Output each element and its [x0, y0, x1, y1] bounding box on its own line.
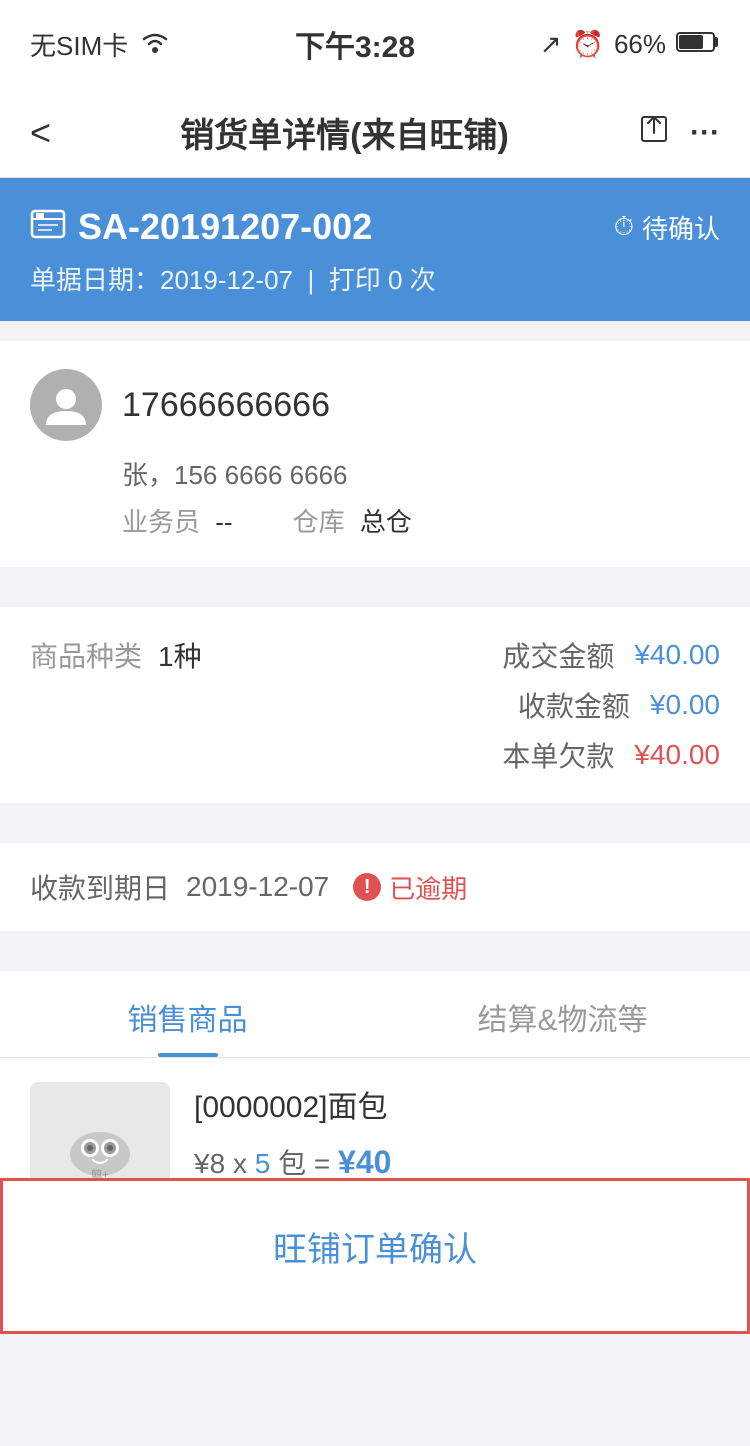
pay-amount-label: 收款金额: [518, 685, 630, 725]
product-price: ¥8 x 5 包 = ¥40: [194, 1142, 720, 1182]
pay-amount-value: ¥0.00: [650, 689, 720, 721]
alarm-icon: ⏰: [572, 29, 604, 60]
customer-name: 张，156 6666 6666: [122, 455, 720, 492]
divider-2: [0, 803, 750, 823]
divider-3: [0, 931, 750, 951]
debt-amount-label: 本单欠款: [502, 735, 614, 775]
overdue-icon: !: [353, 873, 381, 901]
divider-1: [0, 567, 750, 587]
status-bar: 无SIM卡 下午3:28 ↗ ⏰ 66%: [0, 0, 750, 88]
wifi-icon: [140, 29, 170, 60]
warehouse-label: 仓库: [293, 507, 345, 537]
deal-amount-label: 成交金额: [502, 635, 614, 675]
status-time: 下午3:28: [295, 22, 415, 66]
order-meta: 单据日期：2019-12-07 | 打印 0 次: [30, 260, 720, 297]
more-icon[interactable]: ···: [690, 116, 720, 150]
product-name: [0000002]面包: [194, 1082, 720, 1126]
nav-icons: ···: [638, 113, 720, 153]
overdue-badge: ! 已逾期: [353, 869, 467, 906]
salesperson-label: 业务员: [122, 507, 200, 537]
page-title: 销货单详情(来自旺铺): [180, 108, 509, 157]
tabs-row: 销售商品 结算&物流等: [0, 971, 750, 1058]
nav-bar: < 销货单详情(来自旺铺) ···: [0, 88, 750, 178]
due-date-value: 2019-12-07: [186, 871, 329, 903]
product-info: [0000002]面包 ¥8 x 5 包 = ¥40: [194, 1082, 720, 1182]
product-type-value: 1种: [158, 635, 202, 675]
summary-section: 商品种类 1种 成交金额 ¥40.00 收款金额 ¥0.00 本单欠款 ¥40.…: [0, 607, 750, 803]
avatar: [30, 369, 102, 441]
debt-amount-value: ¥40.00: [634, 739, 720, 771]
customer-phone: 17666666666: [122, 386, 330, 425]
tab-settlement[interactable]: 结算&物流等: [375, 971, 750, 1057]
product-type-label: 商品种类: [30, 635, 142, 675]
due-section: 收款到期日 2019-12-07 ! 已逾期: [0, 843, 750, 931]
overdue-text: 已逾期: [389, 869, 467, 906]
deal-amount-value: ¥40.00: [634, 639, 720, 671]
order-header-card: SA-20191207-002 ⏱ 待确认 单据日期：2019-12-07 | …: [0, 178, 750, 321]
order-id: SA-20191207-002: [30, 206, 372, 248]
battery-label: 66%: [614, 29, 666, 60]
status-clock-icon: ⏱: [614, 211, 634, 243]
salesperson-field: 业务员 --: [122, 502, 233, 539]
salesperson-value: --: [215, 507, 232, 537]
order-status: ⏱ 待确认: [614, 209, 720, 246]
tabs-section: 销售商品 结算&物流等: [0, 971, 750, 1058]
confirm-button-wrap: 旺铺订单确认: [0, 1178, 750, 1334]
status-right: ↗ ⏰ 66%: [540, 29, 720, 60]
share-icon[interactable]: [638, 113, 670, 153]
confirm-order-button[interactable]: 旺铺订单确认: [33, 1201, 717, 1291]
warehouse-field: 仓库 总仓: [293, 502, 412, 539]
location-icon: ↗: [540, 29, 562, 60]
product-total: ¥40: [338, 1144, 391, 1180]
customer-fields: 业务员 -- 仓库 总仓: [122, 502, 720, 539]
tab-underline: [158, 1053, 218, 1057]
tab-sales-products[interactable]: 销售商品: [0, 971, 375, 1057]
back-button[interactable]: <: [30, 112, 51, 154]
order-id-icon: [30, 206, 66, 248]
product-quantity: 5: [255, 1148, 271, 1179]
due-date-label: 收款到期日: [30, 867, 170, 907]
status-left: 无SIM卡: [30, 26, 170, 63]
customer-section: 17666666666 张，156 6666 6666 业务员 -- 仓库 总仓: [0, 341, 750, 567]
battery-icon: [676, 29, 720, 60]
carrier-label: 无SIM卡: [30, 26, 128, 63]
warehouse-value: 总仓: [360, 507, 412, 537]
